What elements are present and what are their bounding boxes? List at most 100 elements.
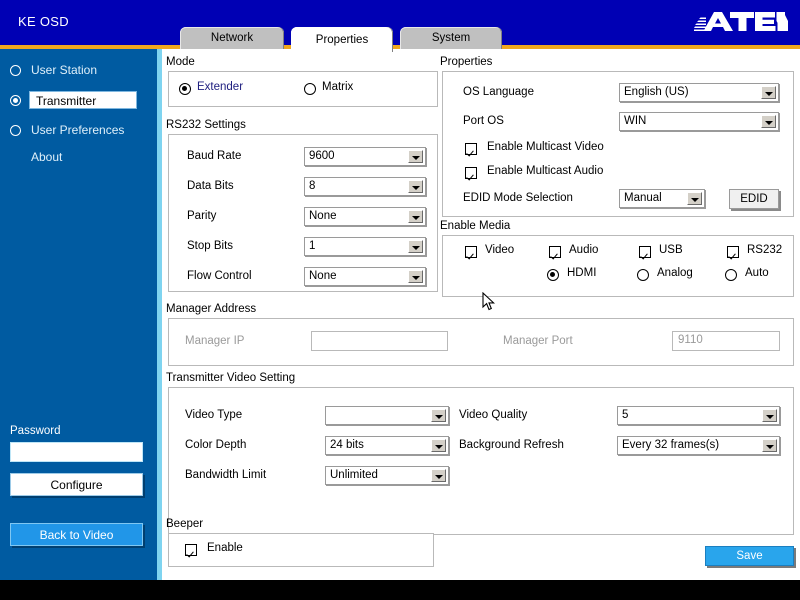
chevron-down-icon[interactable]: [687, 192, 702, 205]
beeper-group-box: Enable: [168, 533, 434, 567]
bottom-black-bar: [0, 580, 800, 600]
chevron-down-icon[interactable]: [431, 409, 446, 422]
chevron-down-icon[interactable]: [762, 409, 777, 422]
parity-value: None: [309, 210, 337, 222]
sidebar-item-label: Transmitter: [29, 91, 137, 109]
parity-select[interactable]: None: [304, 207, 426, 226]
checkbox-usb[interactable]: [639, 246, 651, 258]
radio-icon-user-preferences: [10, 124, 21, 136]
stop-bits-label: Stop Bits: [187, 240, 234, 252]
chevron-down-icon[interactable]: [408, 240, 423, 253]
edid-mode-select[interactable]: Manual: [619, 189, 705, 208]
checkbox-audio[interactable]: [549, 246, 561, 258]
video-setting-group-box: Video Type Color Depth 24 bits Bandwidth…: [168, 387, 794, 535]
sidebar-item-user-preferences[interactable]: User Preferences: [10, 119, 124, 141]
stop-bits-value: 1: [309, 240, 316, 252]
manager-ip-label: Manager IP: [185, 335, 245, 347]
chevron-down-icon[interactable]: [761, 115, 776, 128]
checkbox-enable-multicast-video[interactable]: [465, 143, 477, 155]
chevron-down-icon[interactable]: [431, 439, 446, 452]
flow-control-select[interactable]: None: [304, 267, 426, 286]
video-quality-label: Video Quality: [459, 409, 528, 421]
chevron-down-icon[interactable]: [408, 150, 423, 163]
enable-multicast-audio-label: Enable Multicast Audio: [487, 165, 604, 177]
tab-system[interactable]: System: [400, 27, 502, 49]
manager-port-input[interactable]: 9110: [672, 331, 780, 351]
chevron-down-icon[interactable]: [408, 180, 423, 193]
background-refresh-label: Background Refresh: [459, 439, 564, 451]
media-video-label: Video: [485, 244, 515, 256]
sidebar-item-transmitter[interactable]: Transmitter: [10, 89, 137, 111]
sidebar-item-user-station[interactable]: User Station: [10, 59, 97, 81]
radio-icon-user-station: [10, 64, 21, 76]
sidebar-item-label: User Station: [31, 63, 98, 77]
configure-button[interactable]: Configure: [10, 473, 143, 496]
data-bits-label: Data Bits: [187, 180, 234, 192]
video-quality-value: 5: [622, 409, 629, 421]
save-button[interactable]: Save: [705, 546, 794, 566]
radio-icon-extender[interactable]: [179, 83, 191, 95]
chevron-down-icon[interactable]: [762, 439, 777, 452]
stop-bits-select[interactable]: 1: [304, 237, 426, 256]
tab-properties[interactable]: Properties: [291, 27, 393, 52]
baud-rate-label: Baud Rate: [187, 150, 242, 162]
checkbox-video[interactable]: [465, 246, 477, 258]
video-quality-select[interactable]: 5: [617, 406, 780, 425]
sidebar-item-label: User Preferences: [31, 123, 125, 137]
password-input[interactable]: [10, 442, 143, 462]
edid-button[interactable]: EDID: [729, 189, 779, 209]
video-type-select[interactable]: [325, 406, 449, 425]
os-language-label: OS Language: [463, 86, 534, 98]
manager-port-label: Manager Port: [503, 335, 573, 347]
background-refresh-value: Every 32 frames(s): [622, 439, 720, 451]
background-refresh-select[interactable]: Every 32 frames(s): [617, 436, 780, 455]
baud-rate-value: 9600: [309, 150, 335, 162]
edid-mode-label: EDID Mode Selection: [463, 192, 573, 204]
tab-network[interactable]: Network: [180, 27, 284, 49]
enable-media-group-title: Enable Media: [440, 220, 511, 232]
ke-osd-window: KE OSD Network Properties System User St…: [0, 0, 800, 580]
checkbox-beeper-enable[interactable]: [185, 544, 197, 556]
radio-icon-hdmi[interactable]: [547, 269, 559, 281]
bandwidth-limit-label: Bandwidth Limit: [185, 469, 267, 481]
data-bits-value: 8: [309, 180, 316, 192]
manager-ip-input[interactable]: [311, 331, 448, 351]
chevron-down-icon[interactable]: [408, 270, 423, 283]
color-depth-select[interactable]: 24 bits: [325, 436, 449, 455]
chevron-down-icon[interactable]: [408, 210, 423, 223]
edid-mode-value: Manual: [624, 192, 662, 204]
data-bits-select[interactable]: 8: [304, 177, 426, 196]
beeper-group-title: Beeper: [166, 518, 204, 530]
title-bar: KE OSD Network Properties System: [0, 0, 800, 52]
checkbox-enable-multicast-audio[interactable]: [465, 167, 477, 179]
checkbox-rs232[interactable]: [727, 246, 739, 258]
chevron-down-icon[interactable]: [431, 469, 446, 482]
chevron-down-icon[interactable]: [761, 86, 776, 99]
password-label: Password: [10, 425, 61, 437]
mode-option-extender-label: Extender: [197, 81, 244, 93]
video-setting-group-title: Transmitter Video Setting: [166, 372, 296, 384]
baud-rate-select[interactable]: 9600: [304, 147, 426, 166]
radio-icon-matrix[interactable]: [304, 83, 316, 95]
enable-media-group-box: Video Audio USB RS232 HDMI Analog Auto: [442, 235, 794, 297]
video-type-label: Video Type: [185, 409, 243, 421]
main-content: Mode Extender Matrix RS232 Settings Baud…: [164, 49, 800, 580]
os-language-select[interactable]: English (US): [619, 83, 779, 102]
enable-multicast-video-label: Enable Multicast Video: [487, 141, 604, 153]
back-to-video-button[interactable]: Back to Video: [10, 523, 143, 546]
port-os-select[interactable]: WIN: [619, 112, 779, 131]
bandwidth-limit-select[interactable]: Unlimited: [325, 466, 449, 485]
radio-icon-auto[interactable]: [725, 269, 737, 281]
media-hdmi-label: HDMI: [567, 267, 597, 279]
beeper-enable-label: Enable: [207, 542, 243, 554]
media-audio-label: Audio: [569, 244, 599, 256]
manager-address-group-box: Manager IP Manager Port 9110: [168, 318, 794, 366]
sidebar-item-about[interactable]: About: [31, 150, 62, 164]
media-usb-label: USB: [659, 244, 683, 256]
media-analog-label: Analog: [657, 267, 693, 279]
sidebar: User Station Transmitter User Preference…: [0, 49, 157, 580]
radio-icon-analog[interactable]: [637, 269, 649, 281]
parity-label: Parity: [187, 210, 217, 222]
properties-group-box: OS Language English (US) Port OS WIN Ena…: [442, 71, 794, 217]
manager-address-group-title: Manager Address: [166, 303, 257, 315]
